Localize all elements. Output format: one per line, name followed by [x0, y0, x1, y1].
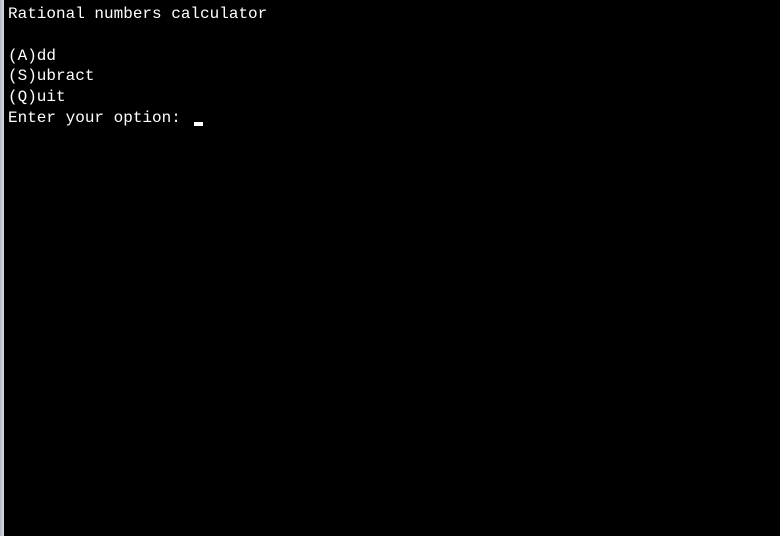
- prompt-line[interactable]: Enter your option:: [8, 108, 776, 129]
- menu-option-quit: (Q)uit: [8, 87, 776, 108]
- cursor-icon: [194, 122, 203, 126]
- terminal-blank-line: [8, 25, 776, 46]
- prompt-text: Enter your option:: [8, 108, 190, 129]
- terminal-window[interactable]: Rational numbers calculator (A)dd (S)ubr…: [4, 0, 780, 536]
- terminal-title-line: Rational numbers calculator: [8, 4, 776, 25]
- menu-option-subtract: (S)ubract: [8, 66, 776, 87]
- menu-option-add: (A)dd: [8, 46, 776, 67]
